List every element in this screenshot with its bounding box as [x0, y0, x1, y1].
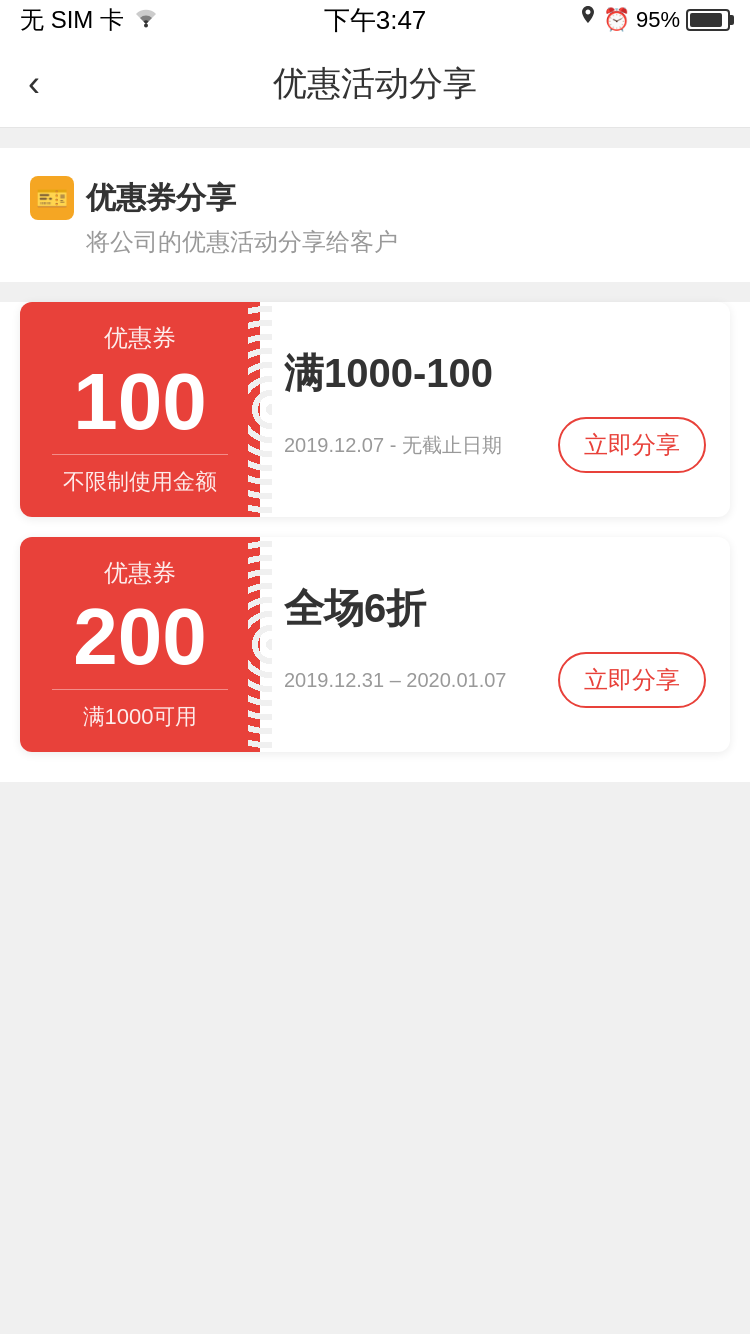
- coupon-name-1: 全场6折: [284, 581, 706, 636]
- coupon-right-1: 全场6折 2019.12.31 – 2020.01.07 立即分享: [260, 537, 730, 752]
- coupon-left-1: 优惠券 200 满1000可用: [20, 537, 260, 752]
- share-button-0[interactable]: 立即分享: [558, 417, 706, 473]
- svg-point-0: [144, 24, 148, 28]
- status-bar: 无 SIM 卡 下午3:47 ⏰ 95%: [0, 0, 750, 40]
- coupon-divider-0: [52, 454, 228, 455]
- share-button-1[interactable]: 立即分享: [558, 652, 706, 708]
- carrier-text: 无 SIM 卡: [20, 4, 124, 36]
- coupon-meta-1: 2019.12.31 – 2020.01.07 立即分享: [284, 652, 706, 708]
- status-left: 无 SIM 卡: [20, 4, 160, 36]
- battery-icon: [686, 9, 730, 31]
- coupon-left-0: 优惠券 100 不限制使用金额: [20, 302, 260, 517]
- coupon-list: 优惠券 100 不限制使用金额 满1000-100 2019.12.07 - 无…: [0, 302, 750, 782]
- coupon-meta-0: 2019.12.07 - 无截止日期 立即分享: [284, 417, 706, 473]
- status-right: ⏰ 95%: [579, 6, 730, 34]
- section-subtitle: 将公司的优惠活动分享给客户: [30, 226, 720, 258]
- location-icon: [579, 6, 597, 34]
- coupon-amount-0: 100: [73, 362, 206, 442]
- coupon-card: 优惠券 100 不限制使用金额 满1000-100 2019.12.07 - 无…: [20, 302, 730, 517]
- coupon-name-0: 满1000-100: [284, 346, 706, 401]
- nav-bar: ‹ 优惠活动分享: [0, 40, 750, 128]
- section-header-row: 🎫 优惠券分享: [30, 176, 720, 220]
- wifi-icon: [132, 6, 160, 34]
- coupon-left-inner-1: 优惠券 200 满1000可用: [30, 557, 250, 732]
- coupon-date-0: 2019.12.07 - 无截止日期: [284, 432, 548, 459]
- coupon-type-0: 优惠券: [104, 322, 176, 354]
- coupon-type-1: 优惠券: [104, 557, 176, 589]
- battery-percent: 95%: [636, 7, 680, 33]
- section-header: 🎫 优惠券分享 将公司的优惠活动分享给客户: [0, 148, 750, 282]
- page-title: 优惠活动分享: [273, 61, 477, 107]
- coupon-right-0: 满1000-100 2019.12.07 - 无截止日期 立即分享: [260, 302, 730, 517]
- back-button[interactable]: ‹: [28, 63, 40, 105]
- coupon-card: 优惠券 200 满1000可用 全场6折 2019.12.31 – 2020.0…: [20, 537, 730, 752]
- time-display: 下午3:47: [324, 3, 427, 38]
- coupon-date-1: 2019.12.31 – 2020.01.07: [284, 669, 548, 692]
- section-title: 优惠券分享: [86, 178, 236, 219]
- coupon-condition-1: 满1000可用: [83, 702, 198, 732]
- coupon-left-inner-0: 优惠券 100 不限制使用金额: [30, 322, 250, 497]
- section-icon: 🎫: [30, 176, 74, 220]
- coupon-condition-0: 不限制使用金额: [63, 467, 217, 497]
- coupon-divider-1: [52, 689, 228, 690]
- background-area: [0, 782, 750, 1282]
- coupon-amount-1: 200: [73, 597, 206, 677]
- alarm-icon: ⏰: [603, 7, 630, 33]
